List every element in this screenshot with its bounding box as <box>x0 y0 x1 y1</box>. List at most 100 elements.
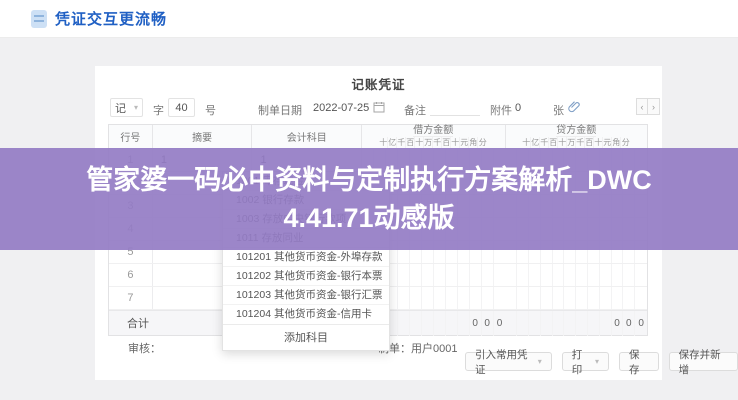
amount-digit-cell <box>541 287 553 309</box>
amount-digit-cell <box>422 264 434 286</box>
amount-digit-cell <box>506 264 518 286</box>
prev-voucher-button[interactable]: ‹ <box>636 98 648 115</box>
chevron-down-icon: ▾ <box>133 103 138 112</box>
amount-digit-cell <box>458 287 470 309</box>
total-digit-cell <box>564 311 577 336</box>
amount-digit-cell <box>517 264 530 286</box>
digit-label: 角 <box>469 136 479 149</box>
total-digit-cell <box>398 311 410 336</box>
audit-label: 审核： <box>128 343 161 355</box>
digit-label: 百 <box>549 136 559 149</box>
next-voucher-button[interactable]: › <box>648 98 660 115</box>
amount-digit-cell <box>434 287 446 309</box>
amount-digit-cell <box>482 264 494 286</box>
voucher-title: 记账凭证 <box>351 78 406 92</box>
total-digit-cell <box>446 311 458 336</box>
amount-digit-cell <box>434 264 446 286</box>
remark-input[interactable] <box>430 98 480 116</box>
amount-digit-cell <box>623 264 636 286</box>
amount-digit-cell <box>422 287 434 309</box>
amount-digit-cell <box>600 287 612 309</box>
save-button[interactable]: 保存 <box>618 349 659 376</box>
print-button[interactable]: 打印 ▾ <box>561 349 609 376</box>
credit-title: 贷方金额 <box>556 124 597 137</box>
total-digit-cell <box>434 311 446 336</box>
amount-digit-cell <box>506 287 518 309</box>
col-header-subject: 会计科目 <box>252 125 363 148</box>
digit-label: 十 <box>379 136 389 149</box>
table-header-row: 行号 摘要 会计科目 借方金额 十亿千百十万千百十元角分 贷方金额 十亿千百十万… <box>109 125 647 149</box>
attach-count: 0 <box>515 102 522 114</box>
row-no-cell: 6 <box>109 264 153 286</box>
amount-digit-cell <box>410 287 422 309</box>
amount-digit-cell <box>494 264 506 286</box>
amount-digit-cell <box>635 264 647 286</box>
amount-digit-cell <box>529 287 541 309</box>
voucher-number-input[interactable]: 40 <box>168 98 195 117</box>
debit-title: 借方金额 <box>413 124 454 137</box>
paperclip-icon[interactable] <box>568 100 581 113</box>
amount-digit-cell <box>553 264 565 286</box>
amount-digit-cell <box>517 287 530 309</box>
total-digit-cell: 0 <box>623 311 636 336</box>
subject-dropdown-item[interactable]: 101201 其他货币资金-外埠存款 <box>223 248 389 267</box>
digit-label: 亿 <box>388 136 398 149</box>
digit-label: 角 <box>612 136 622 149</box>
digit-label: 百 <box>442 136 452 149</box>
digit-label: 十 <box>558 136 568 149</box>
digit-label: 元 <box>460 136 470 149</box>
digit-label: 十 <box>522 136 532 149</box>
amount-digit-cell <box>458 264 470 286</box>
col-header-row-no: 行号 <box>109 125 153 148</box>
amount-digit-cell <box>588 264 600 286</box>
amount-digit-cell <box>398 264 410 286</box>
col-header-credit: 贷方金额 十亿千百十万千百十元角分 <box>506 124 647 149</box>
digit-label: 千 <box>433 136 443 149</box>
total-digit-cell <box>506 311 518 336</box>
import-template-button[interactable]: 引入常用凭证 ▾ <box>465 349 552 376</box>
total-digit-cell <box>541 311 553 336</box>
total-digit-cell: 0 <box>482 311 494 336</box>
subject-dropdown-item[interactable]: 101203 其他货币资金-银行汇票 <box>223 286 389 305</box>
amount-digit-cell <box>588 287 600 309</box>
amount-digit-cell <box>482 287 494 309</box>
digit-label: 千 <box>576 136 586 149</box>
subject-dropdown-item[interactable]: 101204 其他货币资金-信用卡 <box>223 305 389 324</box>
voucher-word-select[interactable]: 记 ▾ <box>110 98 143 117</box>
digit-label: 万 <box>424 136 434 149</box>
credit-amount-cells[interactable] <box>506 287 647 309</box>
total-digit-cell <box>553 311 565 336</box>
total-digit-cell <box>517 311 530 336</box>
calendar-icon[interactable] <box>373 101 385 113</box>
voucher-doc-icon <box>31 9 47 28</box>
voucher-word-value: 记 <box>115 102 126 115</box>
amount-digit-cell <box>470 287 482 309</box>
app-topbar: 凭证交互更流畅 <box>0 0 738 38</box>
add-subject-button[interactable]: 添加科目 <box>223 324 389 350</box>
amount-digit-cell <box>635 287 647 309</box>
amount-digit-cell <box>541 264 553 286</box>
total-digit-cell <box>576 311 589 336</box>
credit-amount-cells[interactable] <box>506 264 647 286</box>
col-header-debit: 借方金额 十亿千百十万千百十元角分 <box>362 124 506 149</box>
amount-digit-cell <box>612 287 624 309</box>
digit-label: 元 <box>603 136 613 149</box>
total-digit-cell <box>529 311 541 336</box>
topbar-title: 凭证交互更流畅 <box>55 11 168 28</box>
total-digit-cell: 0 <box>496 318 503 329</box>
amount-digit-cell <box>553 287 565 309</box>
amount-digit-cell <box>470 264 482 286</box>
remark-label: 备注 <box>404 105 426 117</box>
amount-digit-cell <box>576 264 589 286</box>
amount-digit-cell <box>564 264 577 286</box>
digit-label: 百 <box>406 136 416 149</box>
save-and-new-button[interactable]: 保存并新增 <box>668 349 738 376</box>
total-credit-cells: 000 <box>506 311 647 336</box>
col-header-summary: 摘要 <box>153 125 253 148</box>
digit-label: 千 <box>540 136 550 149</box>
digit-label: 千 <box>397 136 407 149</box>
subject-dropdown-item[interactable]: 101202 其他货币资金-银行本票 <box>223 267 389 286</box>
voucher-pager: ‹ › <box>636 98 660 115</box>
debit-digit-labels: 十亿千百十万千百十元角分 <box>379 136 487 149</box>
date-value[interactable]: 2022-07-25 <box>313 102 369 114</box>
